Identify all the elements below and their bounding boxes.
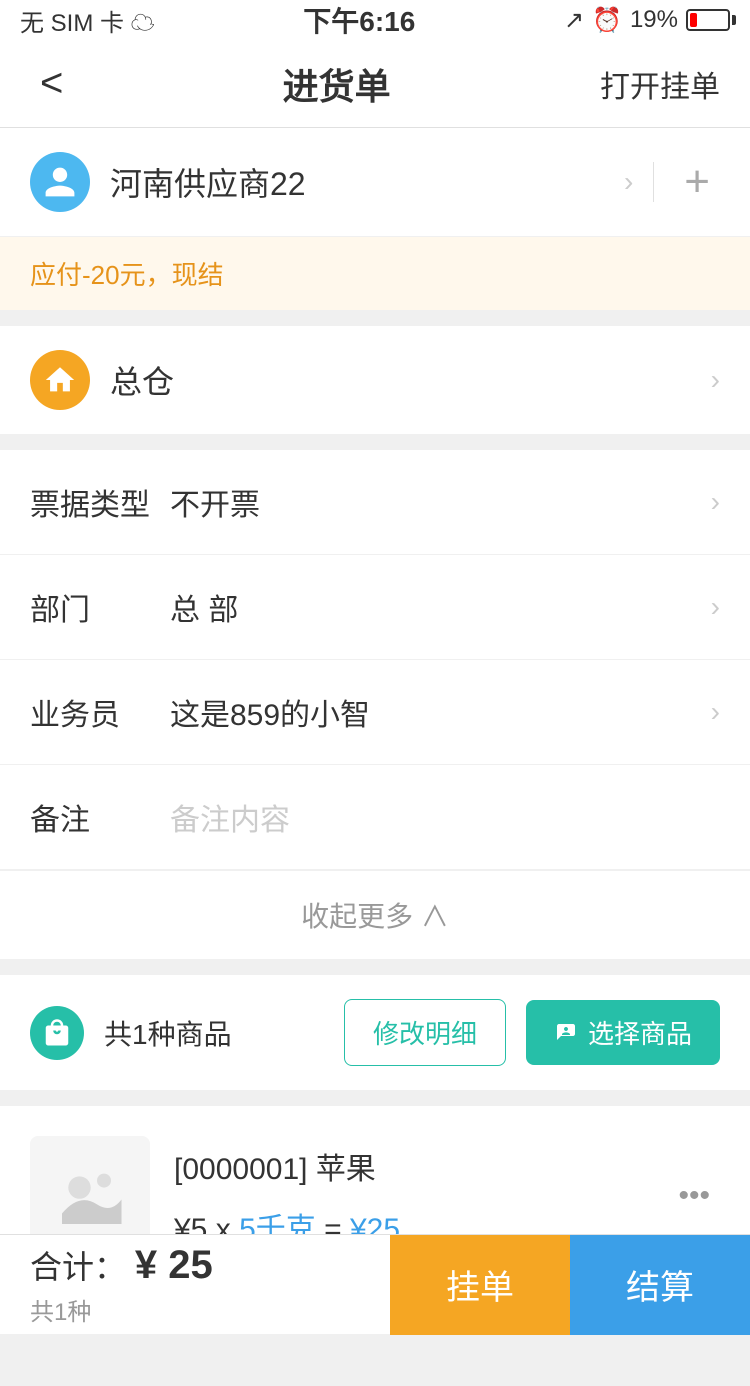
department-row[interactable]: 部门 总 部 ›	[0, 555, 750, 660]
department-value: 总 部	[170, 585, 711, 629]
location-icon: ↗	[564, 6, 584, 35]
products-icon	[30, 1006, 84, 1060]
salesman-label: 业务员	[30, 690, 150, 734]
info-banner: 应付-20元，现结	[0, 237, 750, 310]
page-title: 进货单	[283, 58, 391, 110]
product-title: 苹果	[316, 1153, 376, 1186]
department-label: 部门	[30, 585, 150, 629]
department-chevron-icon: ›	[711, 591, 720, 623]
salesman-row[interactable]: 业务员 这是859的小智 ›	[0, 660, 750, 765]
hang-button[interactable]: 挂单	[390, 1235, 570, 1335]
invoice-type-value: 不开票	[170, 480, 711, 524]
supplier-chevron-icon: ›	[624, 166, 633, 198]
checkout-button[interactable]: 结算	[570, 1235, 750, 1335]
salesman-value: 这是859的小智	[170, 690, 711, 734]
products-section: 共1种商品 修改明细 选择商品	[0, 975, 750, 1090]
edit-detail-button[interactable]: 修改明细	[344, 999, 506, 1066]
more-options-button[interactable]: •••	[668, 1169, 720, 1223]
total-main: 合计： ¥ 25	[30, 1242, 360, 1288]
battery-percent: 19%	[630, 6, 678, 34]
total-area: 合计： ¥ 25 共1种	[0, 1242, 390, 1327]
nav-bar: < 进货单 打开挂单	[0, 40, 750, 128]
content-area: 河南供应商22 › + 应付-20元，现结 总仓 › 票据类型 不开票 › 部门…	[0, 128, 750, 1386]
remark-row[interactable]: 备注 备注内容	[0, 765, 750, 870]
select-product-button[interactable]: 选择商品	[526, 1000, 720, 1065]
back-button[interactable]: <	[30, 51, 73, 116]
shopping-bag-icon	[42, 1018, 72, 1048]
supplier-name: 河南供应商22	[110, 159, 624, 205]
product-code: [0000001]	[174, 1153, 307, 1186]
vertical-divider	[653, 162, 654, 202]
home-icon	[43, 363, 77, 397]
product-image-icon	[55, 1161, 125, 1231]
open-hang-button[interactable]: 打开挂单	[600, 62, 720, 106]
warehouse-row[interactable]: 总仓 ›	[0, 326, 750, 434]
total-label: 合计：	[30, 1249, 126, 1285]
product-info: [0000001] 苹果 ¥5 x 5千克 = ¥25	[174, 1144, 644, 1248]
sim-status: 无 SIM 卡 ☁	[20, 3, 155, 38]
supplier-avatar	[30, 152, 90, 212]
warehouse-icon	[30, 350, 90, 410]
select-product-label: 选择商品	[588, 1014, 692, 1051]
alarm-icon: ⏰	[592, 6, 622, 35]
status-right: ↗ ⏰ 19%	[564, 6, 730, 35]
supplier-row[interactable]: 河南供应商22 › +	[0, 128, 750, 237]
invoice-chevron-icon: ›	[711, 486, 720, 518]
status-bar: 无 SIM 卡 ☁ 下午6:16 ↗ ⏰ 19%	[0, 0, 750, 40]
status-time: 下午6:16	[303, 0, 415, 40]
collapse-button[interactable]: 收起更多 ∧	[0, 870, 750, 959]
invoice-type-label: 票据类型	[30, 480, 150, 524]
battery-icon	[686, 9, 730, 31]
product-name: [0000001] 苹果	[174, 1144, 644, 1188]
supplier-section: 河南供应商22 › + 应付-20元，现结	[0, 128, 750, 310]
warehouse-section: 总仓 ›	[0, 326, 750, 434]
warehouse-name: 总仓	[110, 357, 711, 403]
remark-value[interactable]: 备注内容	[170, 795, 720, 839]
salesman-chevron-icon: ›	[711, 696, 720, 728]
person-icon	[42, 164, 78, 200]
bottom-bar: 合计： ¥ 25 共1种 挂单 结算	[0, 1234, 750, 1334]
warehouse-chevron-icon: ›	[711, 364, 720, 396]
add-button[interactable]: +	[674, 157, 720, 207]
total-amount: ¥ 25	[135, 1243, 213, 1287]
products-header: 共1种商品 修改明细 选择商品	[0, 975, 750, 1090]
select-icon	[554, 1021, 578, 1045]
remark-label: 备注	[30, 795, 150, 839]
status-left: 无 SIM 卡 ☁	[20, 3, 155, 38]
products-count: 共1种商品	[104, 1013, 324, 1053]
form-section: 票据类型 不开票 › 部门 总 部 › 业务员 这是859的小智 › 备注 备注…	[0, 450, 750, 959]
invoice-type-row[interactable]: 票据类型 不开票 ›	[0, 450, 750, 555]
total-sub: 共1种	[30, 1292, 360, 1327]
